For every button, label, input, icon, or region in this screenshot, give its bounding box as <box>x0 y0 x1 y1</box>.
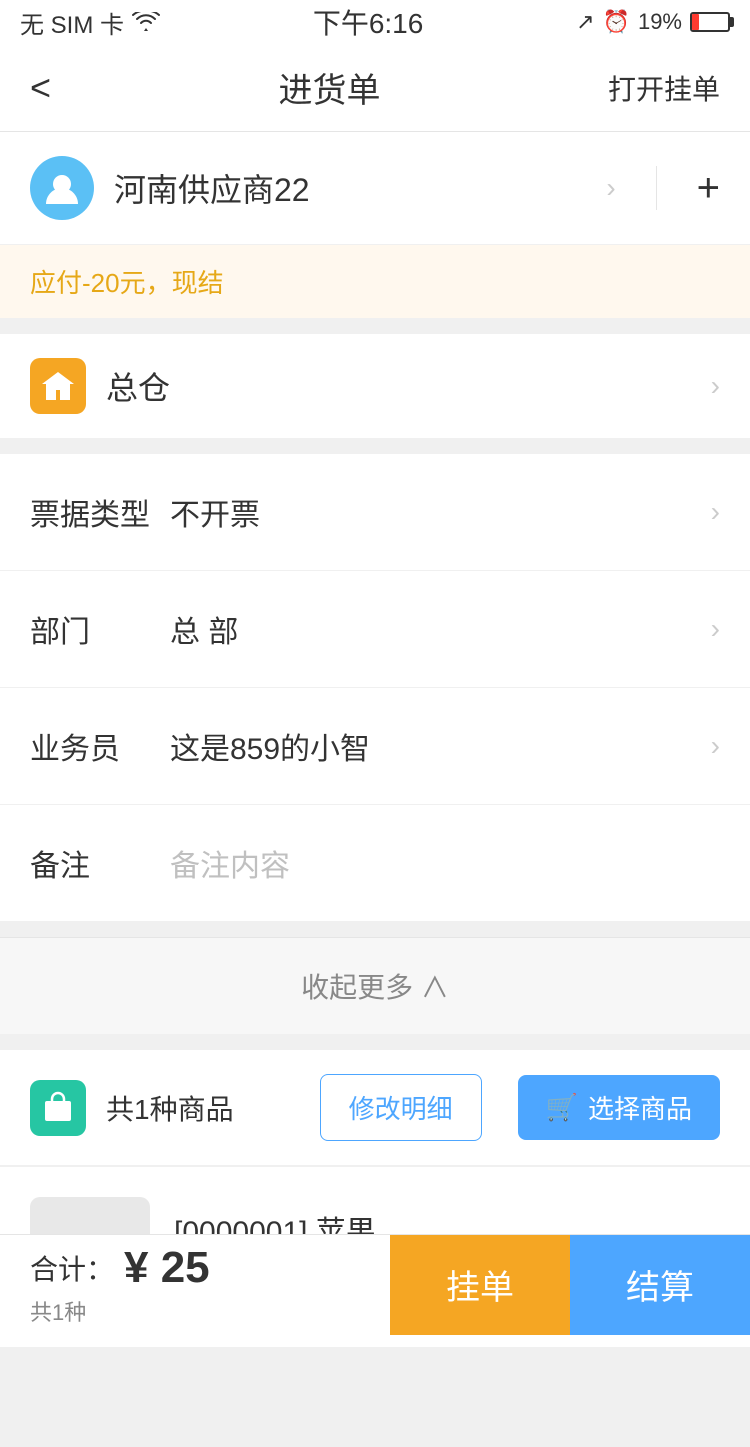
wifi-icon <box>132 12 160 32</box>
alarm-icon: ⏰ <box>603 9 630 35</box>
select-product-label: 选择商品 <box>588 1089 692 1126</box>
department-row[interactable]: 部门 总 部 › <box>0 570 750 687</box>
pending-button[interactable]: 挂单 <box>390 1235 570 1335</box>
location-icon: ↗ <box>576 9 594 35</box>
spacer1 <box>0 1034 750 1050</box>
supplier-section: 河南供应商22 › + 应付-20元，现结 <box>0 132 750 318</box>
bottom-bar: 合计： ¥ 25 共1种 挂单 结算 <box>0 1234 750 1334</box>
home-icon <box>40 368 76 404</box>
warehouse-section: 总仓 › <box>0 334 750 438</box>
supplier-arrow-icon: › <box>606 172 615 204</box>
warehouse-row[interactable]: 总仓 › <box>0 334 750 438</box>
supplier-divider <box>656 166 657 210</box>
shopping-bag-icon <box>41 1091 75 1125</box>
note-placeholder: 备注内容 <box>170 841 720 885</box>
collapse-button[interactable]: 收起更多 ∧ <box>0 937 750 1034</box>
add-supplier-button[interactable]: + <box>697 166 720 211</box>
nav-bar: < 进货单 打开挂单 <box>0 44 750 132</box>
checkout-button[interactable]: 结算 <box>570 1235 750 1335</box>
invoice-type-label: 票据类型 <box>30 490 170 534</box>
collapse-label: 收起更多 ∧ <box>301 972 449 1003</box>
salesperson-arrow: › <box>711 730 720 762</box>
products-header: 共1种商品 修改明细 🛒 选择商品 <box>0 1050 750 1165</box>
products-icon <box>30 1080 86 1136</box>
warning-text: 应付-20元，现结 <box>30 268 224 298</box>
total-label-text: 合计： <box>30 1248 114 1288</box>
warehouse-arrow-icon: › <box>711 370 720 402</box>
warning-banner: 应付-20元，现结 <box>0 245 750 318</box>
supplier-name: 河南供应商22 <box>114 165 586 211</box>
battery-text: 19% <box>638 9 682 35</box>
status-bar: 无 SIM 卡 下午6:16 ↗ ⏰ 19% <box>0 0 750 44</box>
department-label: 部门 <box>30 607 170 651</box>
salesperson-row[interactable]: 业务员 这是859的小智 › <box>0 687 750 804</box>
warehouse-name: 总仓 <box>106 363 691 409</box>
status-time: 下午6:16 <box>313 2 424 42</box>
total-section: 合计： ¥ 25 共1种 <box>0 1243 390 1327</box>
status-left: 无 SIM 卡 <box>20 5 160 40</box>
total-count: 共1种 <box>30 1295 360 1327</box>
invoice-type-arrow: › <box>711 496 720 528</box>
warehouse-icon <box>30 358 86 414</box>
total-label: 合计： ¥ 25 <box>30 1243 360 1293</box>
note-label: 备注 <box>30 841 170 885</box>
carrier-text: 无 SIM 卡 <box>20 5 124 40</box>
supplier-avatar-icon <box>42 168 82 208</box>
battery-fill <box>692 14 699 30</box>
total-amount: ¥ 25 <box>124 1243 210 1293</box>
battery-icon <box>690 12 730 32</box>
note-row[interactable]: 备注 备注内容 <box>0 804 750 921</box>
salesperson-label: 业务员 <box>30 724 170 768</box>
select-product-icon: 🛒 <box>546 1092 578 1123</box>
bottom-spacer <box>0 1347 750 1447</box>
page-title: 进货单 <box>279 63 381 112</box>
open-pending-button[interactable]: 打开挂单 <box>608 68 720 108</box>
salesperson-value: 这是859的小智 <box>170 724 711 768</box>
supplier-avatar <box>30 156 94 220</box>
invoice-type-row[interactable]: 票据类型 不开票 › <box>0 454 750 570</box>
products-count: 共1种商品 <box>106 1088 300 1128</box>
form-section: 票据类型 不开票 › 部门 总 部 › 业务员 这是859的小智 › 备注 备注… <box>0 454 750 921</box>
status-right: ↗ ⏰ 19% <box>576 9 730 35</box>
select-product-button[interactable]: 🛒 选择商品 <box>518 1075 720 1140</box>
back-button[interactable]: < <box>30 67 51 109</box>
modify-detail-button[interactable]: 修改明细 <box>320 1074 482 1141</box>
department-arrow: › <box>711 613 720 645</box>
department-value: 总 部 <box>170 607 711 651</box>
supplier-row[interactable]: 河南供应商22 › + <box>0 132 750 245</box>
invoice-type-value: 不开票 <box>170 490 711 534</box>
